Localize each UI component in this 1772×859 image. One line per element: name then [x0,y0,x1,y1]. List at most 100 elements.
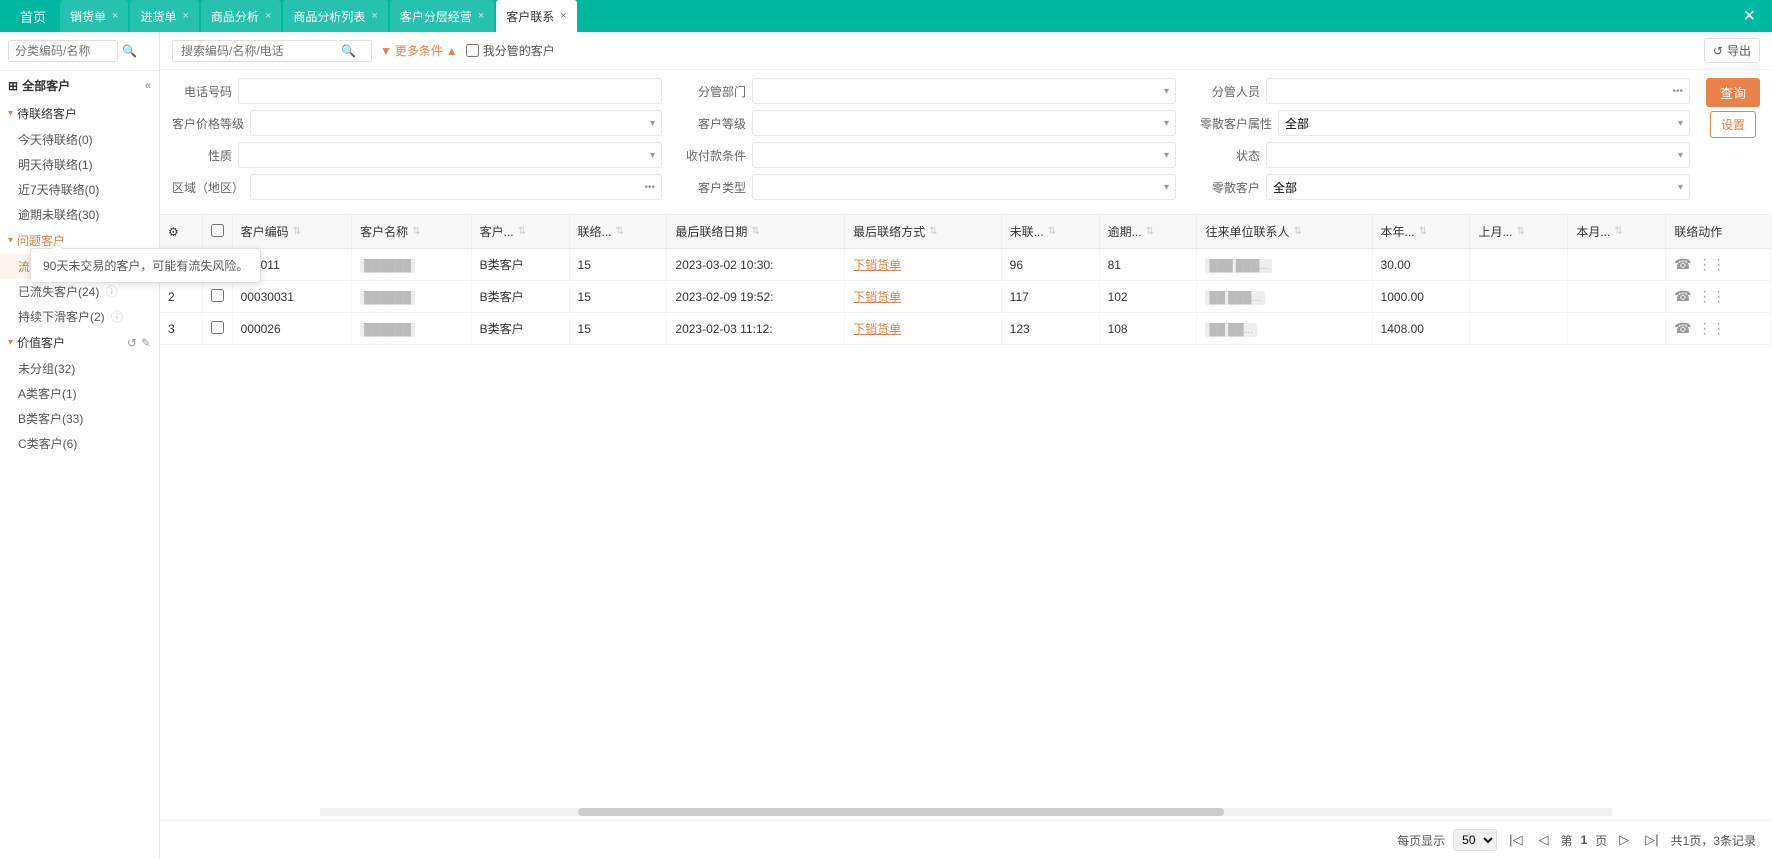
tab-close-icon[interactable]: × [560,10,566,22]
phone-input[interactable] [238,78,662,104]
tab-customer-contact[interactable]: 客户联系 × [496,0,576,32]
tab-customer-tier[interactable]: 客户分层经营 × [390,0,494,32]
my-customers-check[interactable] [466,44,479,57]
search-icon: 🔍 [341,44,356,58]
sort-icon[interactable]: ⇅ [1293,226,1301,237]
retail-customer-select[interactable]: 全部 ▾ [1266,174,1690,200]
sidebar-item-overdue[interactable]: 逾期未联络(30) [0,202,159,227]
edit-icon[interactable]: ✎ [141,336,151,350]
tab-close-icon[interactable]: × [112,10,118,22]
filter-region: 区域（地区） ••• [172,174,662,200]
contact-person: ██ ███... [1205,291,1264,305]
row-checkbox[interactable] [211,321,224,334]
more-filters-button[interactable]: ▼ 更多条件 ▲ [380,42,458,59]
sidebar-search-input[interactable] [8,40,118,62]
person-select[interactable]: ••• [1266,78,1690,104]
sort-icon[interactable]: ⇅ [1048,226,1056,237]
gender-select[interactable]: ▾ [238,142,662,168]
scrollbar-thumb[interactable] [578,808,1224,816]
contact-type-link[interactable]: 下销货单 [853,322,901,336]
sidebar-item-today[interactable]: 今天待联络(0) [0,127,159,152]
tab-close-icon[interactable]: × [182,10,188,22]
tab-purchase[interactable]: 进货单 × [130,0,198,32]
page-next-icon[interactable]: ▷ [1615,830,1633,850]
arrow-down-icon: ▾ [8,108,13,119]
refresh-icon[interactable]: ↺ [127,336,137,350]
sort-icon[interactable]: ⇅ [929,226,937,237]
page-input-label: 第 [1561,832,1573,849]
toolbar-search-box[interactable]: 🔍 [172,40,372,62]
collapse-icon[interactable]: « [145,80,151,92]
sort-icon[interactable]: ⇅ [1419,226,1427,237]
customer-table: ⚙ 客户编码 ⇅ [160,215,1772,345]
sort-icon[interactable]: ⇅ [751,226,759,237]
contact-type-link[interactable]: 下销货单 [853,290,901,304]
export-button[interactable]: ↺ 导出 [1704,38,1760,63]
sort-icon[interactable]: ⇅ [412,226,420,237]
page-last-icon[interactable]: ▷| [1641,830,1662,850]
info-icon: ⓘ [111,310,123,324]
col-overdue: 逾期... ⇅ [1099,215,1197,249]
col-level: 客户... ⇅ [471,215,569,249]
sort-icon[interactable]: ⇅ [616,226,624,237]
horizontal-scrollbar[interactable] [320,808,1612,816]
more-action-icon[interactable]: ⋮⋮ [1698,256,1726,273]
sort-icon[interactable]: ⇅ [293,226,301,237]
chevron-down-icon: ▾ [1164,182,1169,193]
page-size-select[interactable]: 50 [1453,829,1497,851]
sidebar-group-pending[interactable]: ▾ 待联络客户 [0,100,159,127]
contact-type-link[interactable]: 下销货单 [853,258,901,272]
chevron-down-icon: ▾ [650,118,655,129]
contact-action-icon[interactable]: ☎ [1674,320,1691,337]
dept-select[interactable]: ▾ [752,78,1176,104]
row-checkbox[interactable] [211,289,224,302]
more-action-icon[interactable]: ⋮⋮ [1698,288,1726,305]
sidebar-item-tomorrow[interactable]: 明天待联络(1) [0,152,159,177]
query-button[interactable]: 查询 [1706,78,1760,107]
col-this-month: 本月... ⇅ [1568,215,1666,249]
settings-icon[interactable]: ⚙ [168,225,179,239]
tab-analysis-list[interactable]: 商品分析列表 × [283,0,387,32]
search-input[interactable] [181,44,341,58]
contact-action-icon[interactable]: ☎ [1674,288,1691,305]
tab-close-icon[interactable]: × [478,10,484,22]
price-level-select[interactable]: ▾ [250,110,662,136]
sidebar-group-value[interactable]: ▾ 价值客户 ↺ ✎ [0,329,159,356]
sort-icon[interactable]: ⇅ [1516,226,1524,237]
region-select[interactable]: ••• [250,174,662,200]
sidebar-item-ungrouped[interactable]: 未分组(32) [0,356,159,381]
customer-level-select[interactable]: ▾ [752,110,1176,136]
tab-home[interactable]: 首页 [8,0,58,32]
customer-type-select[interactable]: ▾ [752,174,1176,200]
retail-attr-select[interactable]: 全部 ▾ [1278,110,1690,136]
contact-action-icon[interactable]: ☎ [1674,256,1691,273]
sidebar-item-class-c[interactable]: C类客户(6) [0,431,159,456]
window-close-button[interactable]: ✕ [1735,6,1764,26]
sort-icon[interactable]: ⇅ [1614,226,1622,237]
sidebar-all-customers[interactable]: ⊞ 全部客户 « [0,71,159,100]
sort-icon[interactable]: ⇅ [1146,226,1154,237]
action-icons: ☎ ⋮⋮ [1674,288,1763,305]
status-select[interactable]: ▾ [1266,142,1690,168]
tab-close-icon[interactable]: × [265,10,271,22]
filter-dept: 分管部门 ▾ [686,78,1176,104]
sidebar-item-class-a[interactable]: A类客户(1) [0,381,159,406]
toolbar: 🔍 ▼ 更多条件 ▲ 我分管的客户 ↺ 导出 [160,32,1772,70]
col-code: 客户编码 ⇅ [232,215,352,249]
my-customers-checkbox[interactable]: 我分管的客户 [466,42,555,59]
sidebar-item-class-b[interactable]: B类客户(33) [0,406,159,431]
settings-button[interactable]: 设置 [1710,111,1756,138]
sort-icon[interactable]: ⇅ [518,226,526,237]
sidebar-item-7days[interactable]: 近7天待联络(0) [0,177,159,202]
sidebar-item-declining[interactable]: 持续下滑客户(2) ⓘ [0,304,159,329]
more-action-icon[interactable]: ⋮⋮ [1698,320,1726,337]
payment-select[interactable]: ▾ [752,142,1176,168]
page-first-icon[interactable]: |◁ [1505,830,1526,850]
tab-close-icon[interactable]: × [371,10,377,22]
page-prev-icon[interactable]: ◁ [1535,830,1553,850]
chevron-down-icon: ▾ [1678,118,1683,129]
select-all-checkbox[interactable] [211,224,224,237]
action-icons: ☎ ⋮⋮ [1674,256,1763,273]
tab-sales[interactable]: 销货单 × [60,0,128,32]
tab-analysis[interactable]: 商品分析 × [201,0,281,32]
